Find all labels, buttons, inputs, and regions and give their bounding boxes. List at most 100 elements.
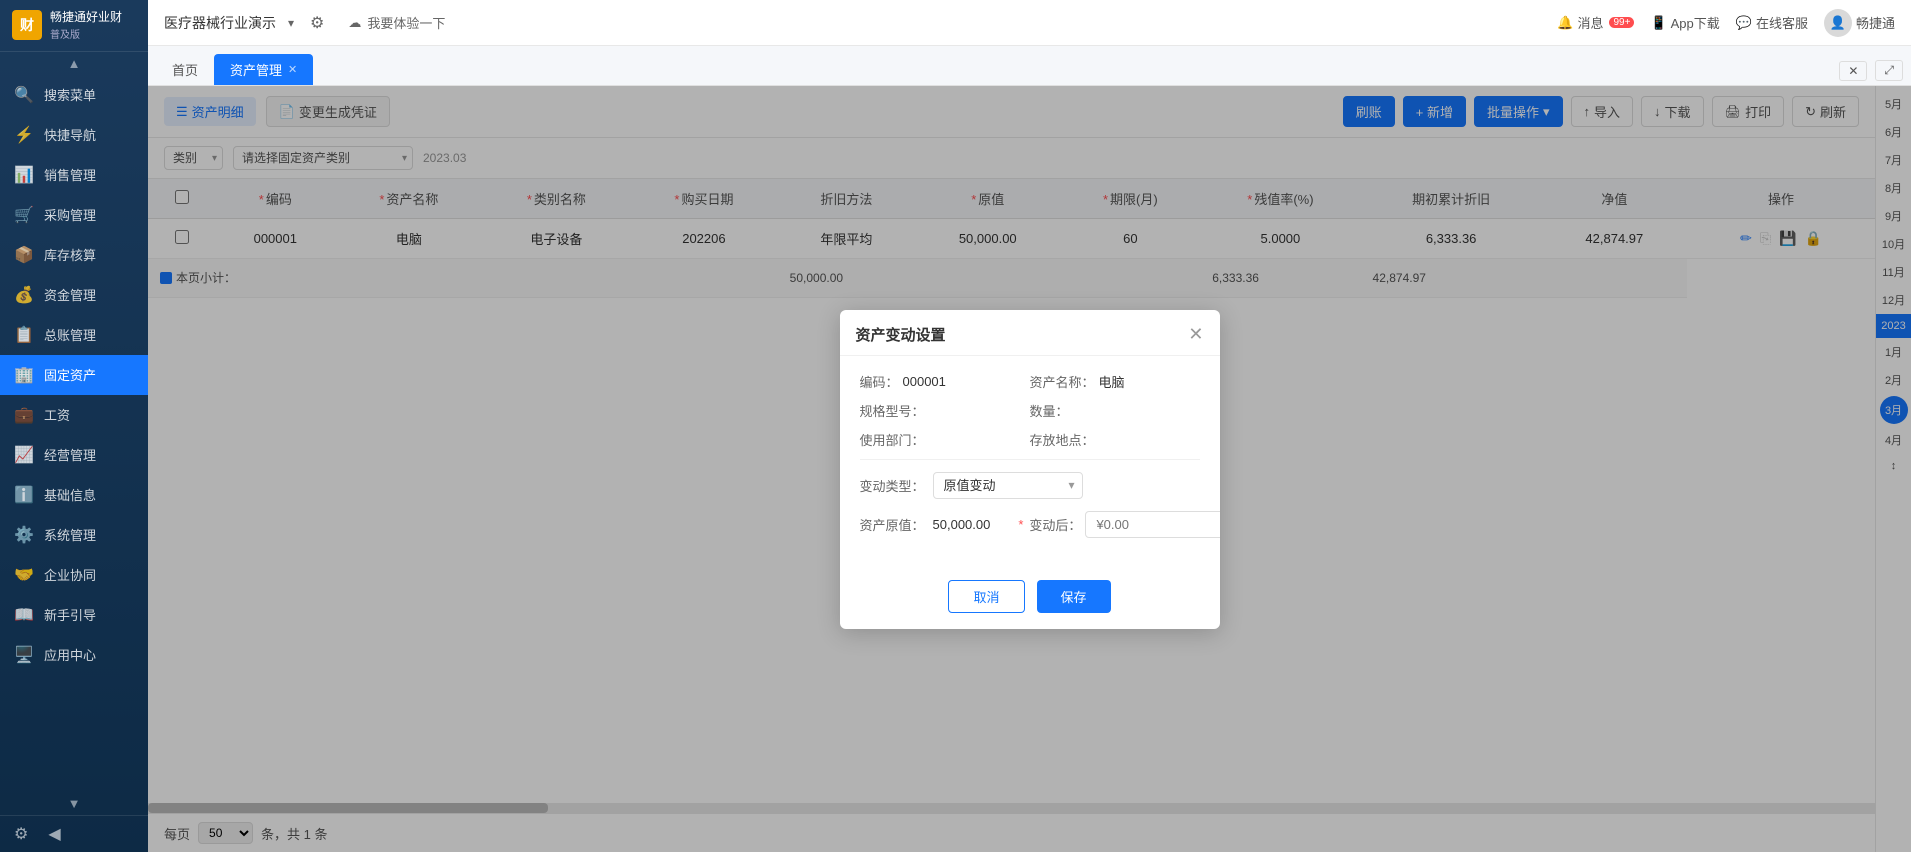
tab-home[interactable]: 首页 <box>156 54 214 85</box>
tabs-right-controls: ✕ ⤢ <box>1839 60 1903 85</box>
sidebar-item-fixed[interactable]: 🏢 固定资产 <box>0 355 148 395</box>
tab-asset-label: 资产管理 <box>230 60 282 79</box>
system-icon: ⚙️ <box>14 525 34 545</box>
sidebar-item-label: 企业协同 <box>44 565 96 584</box>
sidebar-item-label: 快捷导航 <box>44 125 96 144</box>
tab-home-label: 首页 <box>172 60 198 79</box>
sidebar-item-quicknav[interactable]: ⚡ 快捷导航 <box>0 115 148 155</box>
sidebar-item-basic[interactable]: ℹ️ 基础信息 <box>0 475 148 515</box>
user-menu[interactable]: 👤 畅捷通 <box>1824 9 1895 37</box>
sidebar-scroll-up[interactable]: ▲ <box>0 52 148 75</box>
general-icon: 📋 <box>14 325 34 345</box>
modal-close-btn[interactable]: ✕ <box>1188 325 1203 343</box>
enterprise-icon: 🤝 <box>14 565 34 585</box>
tabs-bar: 首页 资产管理 ✕ ✕ ⤢ <box>148 46 1911 86</box>
username: 畅捷通 <box>1856 13 1895 32</box>
sidebar: 财 畅捷通好业财 普及版 ▲ 🔍 搜索菜单 ⚡ 快捷导航 📊 销售管理 🛒 采购… <box>0 0 148 852</box>
purchase-icon: 🛒 <box>14 205 34 225</box>
feedback-label: 我要体验一下 <box>367 13 445 32</box>
after-change-label: 变动后： <box>1029 515 1081 534</box>
sidebar-item-general[interactable]: 📋 总账管理 <box>0 315 148 355</box>
notification-btn[interactable]: 🔔 消息 99+ <box>1557 13 1634 32</box>
required-star: * <box>1018 517 1023 532</box>
settings-icon[interactable]: ⚙ <box>310 13 324 33</box>
code-field-group: 编码： 000001 <box>860 372 1030 391</box>
spec-field-group: 规格型号： <box>860 401 1030 420</box>
code-label: 编码： <box>860 372 899 391</box>
operation-icon: 📈 <box>14 445 34 465</box>
sidebar-item-label: 经营管理 <box>44 445 96 464</box>
save-button[interactable]: 保存 <box>1037 580 1111 613</box>
sidebar-bottom: ⚙ ◀ <box>0 815 148 852</box>
location-label: 存放地点： <box>1030 430 1095 449</box>
dept-label: 使用部门： <box>860 430 925 449</box>
inventory-icon: 📦 <box>14 245 34 265</box>
sidebar-item-label: 销售管理 <box>44 165 96 184</box>
sidebar-item-label: 系统管理 <box>44 525 96 544</box>
app-download-btn[interactable]: 📱 App下载 <box>1650 13 1719 32</box>
asset-change-modal: 资产变动设置 ✕ 编码： 000001 资产名称： 电脑 <box>840 310 1220 629</box>
notification-icon: 🔔 <box>1557 15 1573 31</box>
sidebar-item-inventory[interactable]: 📦 库存核算 <box>0 235 148 275</box>
cancel-button[interactable]: 取消 <box>948 580 1024 613</box>
notification-label: 消息 <box>1577 13 1603 32</box>
online-service-btn[interactable]: 💬 在线客服 <box>1736 13 1808 32</box>
settings-icon[interactable]: ⚙ <box>14 824 28 844</box>
after-change-input[interactable] <box>1085 511 1219 538</box>
sidebar-item-guide[interactable]: 📖 新手引导 <box>0 595 148 635</box>
tab-close-btn[interactable]: ✕ <box>1839 61 1867 81</box>
asset-value: 50,000.00 <box>933 517 991 532</box>
sidebar-item-appstore[interactable]: 🖥️ 应用中心 <box>0 635 148 675</box>
modal-asset-value-row: 资产原值： 50,000.00 * 变动后： <box>860 511 1200 538</box>
sidebar-item-enterprise[interactable]: 🤝 企业协同 <box>0 555 148 595</box>
capital-icon: 💰 <box>14 285 34 305</box>
sidebar-item-label: 采购管理 <box>44 205 96 224</box>
modal-header: 资产变动设置 ✕ <box>840 310 1220 356</box>
sidebar-item-sales[interactable]: 📊 销售管理 <box>0 155 148 195</box>
sidebar-item-label: 新手引导 <box>44 605 96 624</box>
fixed-icon: 🏢 <box>14 365 34 385</box>
tab-asset[interactable]: 资产管理 ✕ <box>214 54 313 85</box>
tab-close-icon[interactable]: ✕ <box>288 63 297 76</box>
top-header: 医疗器械行业演示 ▾ ⚙ ☁ 我要体验一下 🔔 消息 99+ 📱 App下载 💬… <box>148 0 1911 46</box>
company-dropdown[interactable]: ▾ <box>288 16 294 30</box>
location-field-group: 存放地点： <box>1030 430 1200 449</box>
modal-change-type-row: 变动类型： 原值变动 <box>860 472 1200 499</box>
sidebar-menu: 🔍 搜索菜单 ⚡ 快捷导航 📊 销售管理 🛒 采购管理 📦 库存核算 💰 资金管… <box>0 75 148 792</box>
modal-body: 编码： 000001 资产名称： 电脑 规格型号： <box>840 356 1220 570</box>
sidebar-item-system[interactable]: ⚙️ 系统管理 <box>0 515 148 555</box>
qty-field-group: 数量： <box>1030 401 1200 420</box>
quicknav-icon: ⚡ <box>14 125 34 145</box>
sidebar-item-label: 工资 <box>44 405 70 424</box>
sidebar-item-search[interactable]: 🔍 搜索菜单 <box>0 75 148 115</box>
sidebar-item-purchase[interactable]: 🛒 采购管理 <box>0 195 148 235</box>
sidebar-item-payroll[interactable]: 💼 工资 <box>0 395 148 435</box>
logo-name: 畅捷通好业财 <box>50 10 122 26</box>
app-download-label: App下载 <box>1671 13 1720 32</box>
asset-name-label: 资产名称： <box>1030 372 1095 391</box>
sidebar-item-label: 搜索菜单 <box>44 85 96 104</box>
feedback-btn[interactable]: ☁ 我要体验一下 <box>348 13 445 32</box>
payroll-icon: 💼 <box>14 405 34 425</box>
modal-overlay: 资产变动设置 ✕ 编码： 000001 资产名称： 电脑 <box>148 86 1911 852</box>
header-right: 🔔 消息 99+ 📱 App下载 💬 在线客服 👤 畅捷通 <box>1557 9 1895 37</box>
modal-footer: 取消 保存 <box>840 570 1220 629</box>
main-area: 医疗器械行业演示 ▾ ⚙ ☁ 我要体验一下 🔔 消息 99+ 📱 App下载 💬… <box>148 0 1911 852</box>
sidebar-item-label: 库存核算 <box>44 245 96 264</box>
sidebar-scroll-down[interactable]: ▼ <box>0 792 148 815</box>
sidebar-item-capital[interactable]: 💰 资金管理 <box>0 275 148 315</box>
code-value: 000001 <box>903 374 946 389</box>
spec-label: 规格型号： <box>860 401 925 420</box>
search-icon: 🔍 <box>14 85 34 105</box>
sidebar-logo: 财 畅捷通好业财 普及版 <box>0 0 148 52</box>
modal-row-spec-qty: 规格型号： 数量： <box>860 401 1200 420</box>
change-type-select[interactable]: 原值变动 <box>933 472 1083 499</box>
modal-divider <box>860 459 1200 460</box>
sidebar-item-operation[interactable]: 📈 经营管理 <box>0 435 148 475</box>
sidebar-item-label: 总账管理 <box>44 325 96 344</box>
company-name: 医疗器械行业演示 <box>164 13 276 33</box>
name-field-group: 资产名称： 电脑 <box>1030 372 1200 391</box>
tab-expand-btn[interactable]: ⤢ <box>1875 60 1903 81</box>
collapse-icon[interactable]: ◀ <box>48 824 60 844</box>
logo-sub: 普及版 <box>50 26 122 41</box>
